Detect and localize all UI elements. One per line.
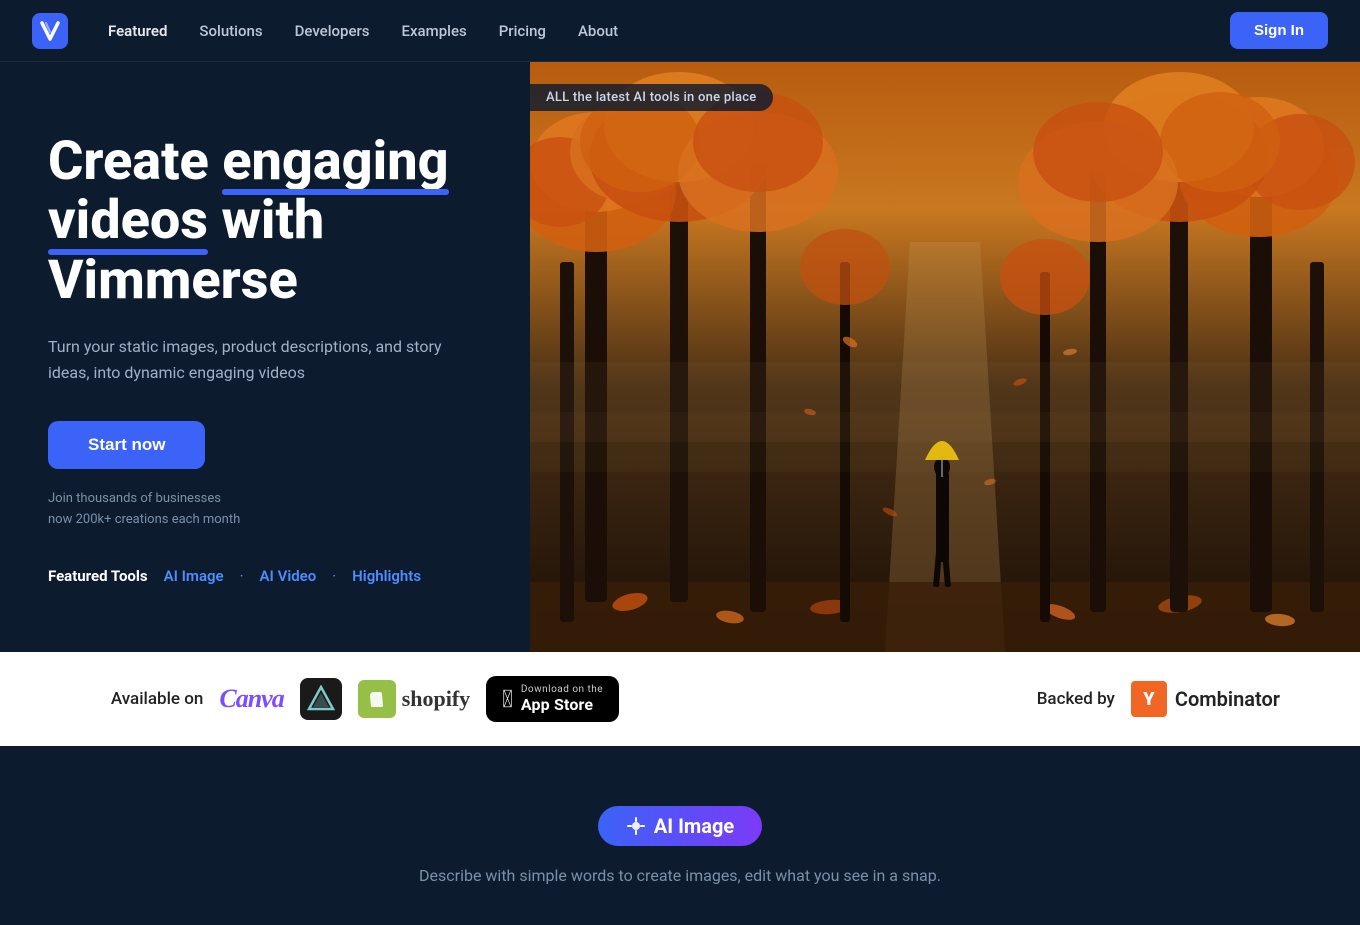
nav-pricing[interactable]: Pricing	[499, 22, 546, 40]
hero-subtitle: Turn your static images, product descrip…	[48, 334, 482, 385]
bottom-subtitle: Describe with simple words to create ima…	[0, 866, 1360, 885]
nav-solutions[interactable]: Solutions	[199, 22, 262, 40]
ai-image-badge: AI Image	[598, 806, 762, 846]
hero-tag: ALL the latest AI tools in one place	[530, 84, 773, 111]
hero-section: Create engaging videos with Vimmerse Tur…	[0, 62, 1360, 652]
hero-background	[530, 62, 1360, 652]
hero-title-line3: Vimmerse	[48, 249, 298, 312]
appstore-text: Download on the App Store	[521, 684, 603, 714]
nav-featured[interactable]: Featured	[108, 22, 167, 40]
nav-developers[interactable]: Developers	[295, 22, 370, 40]
canva-logo: Canva	[219, 684, 283, 714]
yc-text: Combinator	[1175, 687, 1280, 711]
hero-title-line2: videos with	[48, 189, 324, 252]
brand-strip: Available on Canva shopify  Download on…	[0, 652, 1360, 746]
appstore-main-label: App Store	[521, 695, 603, 714]
shopify-text: shopify	[402, 686, 470, 712]
hero-title-line1: Create engaging	[48, 130, 449, 193]
available-on-section: Available on Canva shopify  Download on…	[60, 676, 670, 722]
bottom-section: AI Image Describe with simple words to c…	[0, 746, 1360, 925]
hero-left: Create engaging videos with Vimmerse Tur…	[0, 62, 530, 652]
available-label: Available on	[111, 689, 204, 709]
affinity-logo	[300, 678, 342, 720]
featured-tools-row: Featured Tools AI Image · AI Video · Hig…	[48, 567, 482, 585]
social-proof: Join thousands of businesses now 200k+ c…	[48, 489, 482, 531]
apple-icon: 	[502, 687, 513, 711]
sparkle-icon	[626, 816, 646, 836]
backed-by-section: Backed by Y Combinator	[670, 681, 1300, 717]
nav-examples[interactable]: Examples	[402, 22, 467, 40]
featured-tools-label: Featured Tools	[48, 567, 148, 585]
appstore-badge[interactable]:  Download on the App Store	[486, 676, 619, 722]
nav-links: Featured Solutions Developers Examples P…	[108, 22, 1230, 40]
navbar: Featured Solutions Developers Examples P…	[0, 0, 1360, 62]
logo[interactable]	[32, 13, 68, 49]
tool-link-ai-video[interactable]: AI Video	[260, 567, 317, 585]
social-proof-line2: now 200k+ creations each month	[48, 510, 482, 531]
yc-badge-icon: Y	[1131, 681, 1167, 717]
shopify-logo: shopify	[358, 680, 470, 718]
sign-in-button[interactable]: Sign In	[1230, 12, 1328, 49]
hero-title: Create engaging videos with Vimmerse	[48, 132, 482, 310]
tool-link-ai-image[interactable]: AI Image	[164, 567, 224, 585]
start-now-button[interactable]: Start now	[48, 421, 205, 469]
hero-image: ALL the latest AI tools in one place	[530, 62, 1360, 652]
yc-logo: Y Combinator	[1131, 681, 1280, 717]
ai-image-badge-text: AI Image	[654, 814, 734, 838]
shopify-bag-icon	[358, 680, 396, 718]
social-proof-line1: Join thousands of businesses	[48, 489, 482, 510]
backed-label: Backed by	[1037, 689, 1115, 709]
appstore-sub-label: Download on the	[521, 684, 603, 695]
tool-link-highlights[interactable]: Highlights	[352, 567, 421, 585]
nav-about[interactable]: About	[578, 22, 618, 40]
